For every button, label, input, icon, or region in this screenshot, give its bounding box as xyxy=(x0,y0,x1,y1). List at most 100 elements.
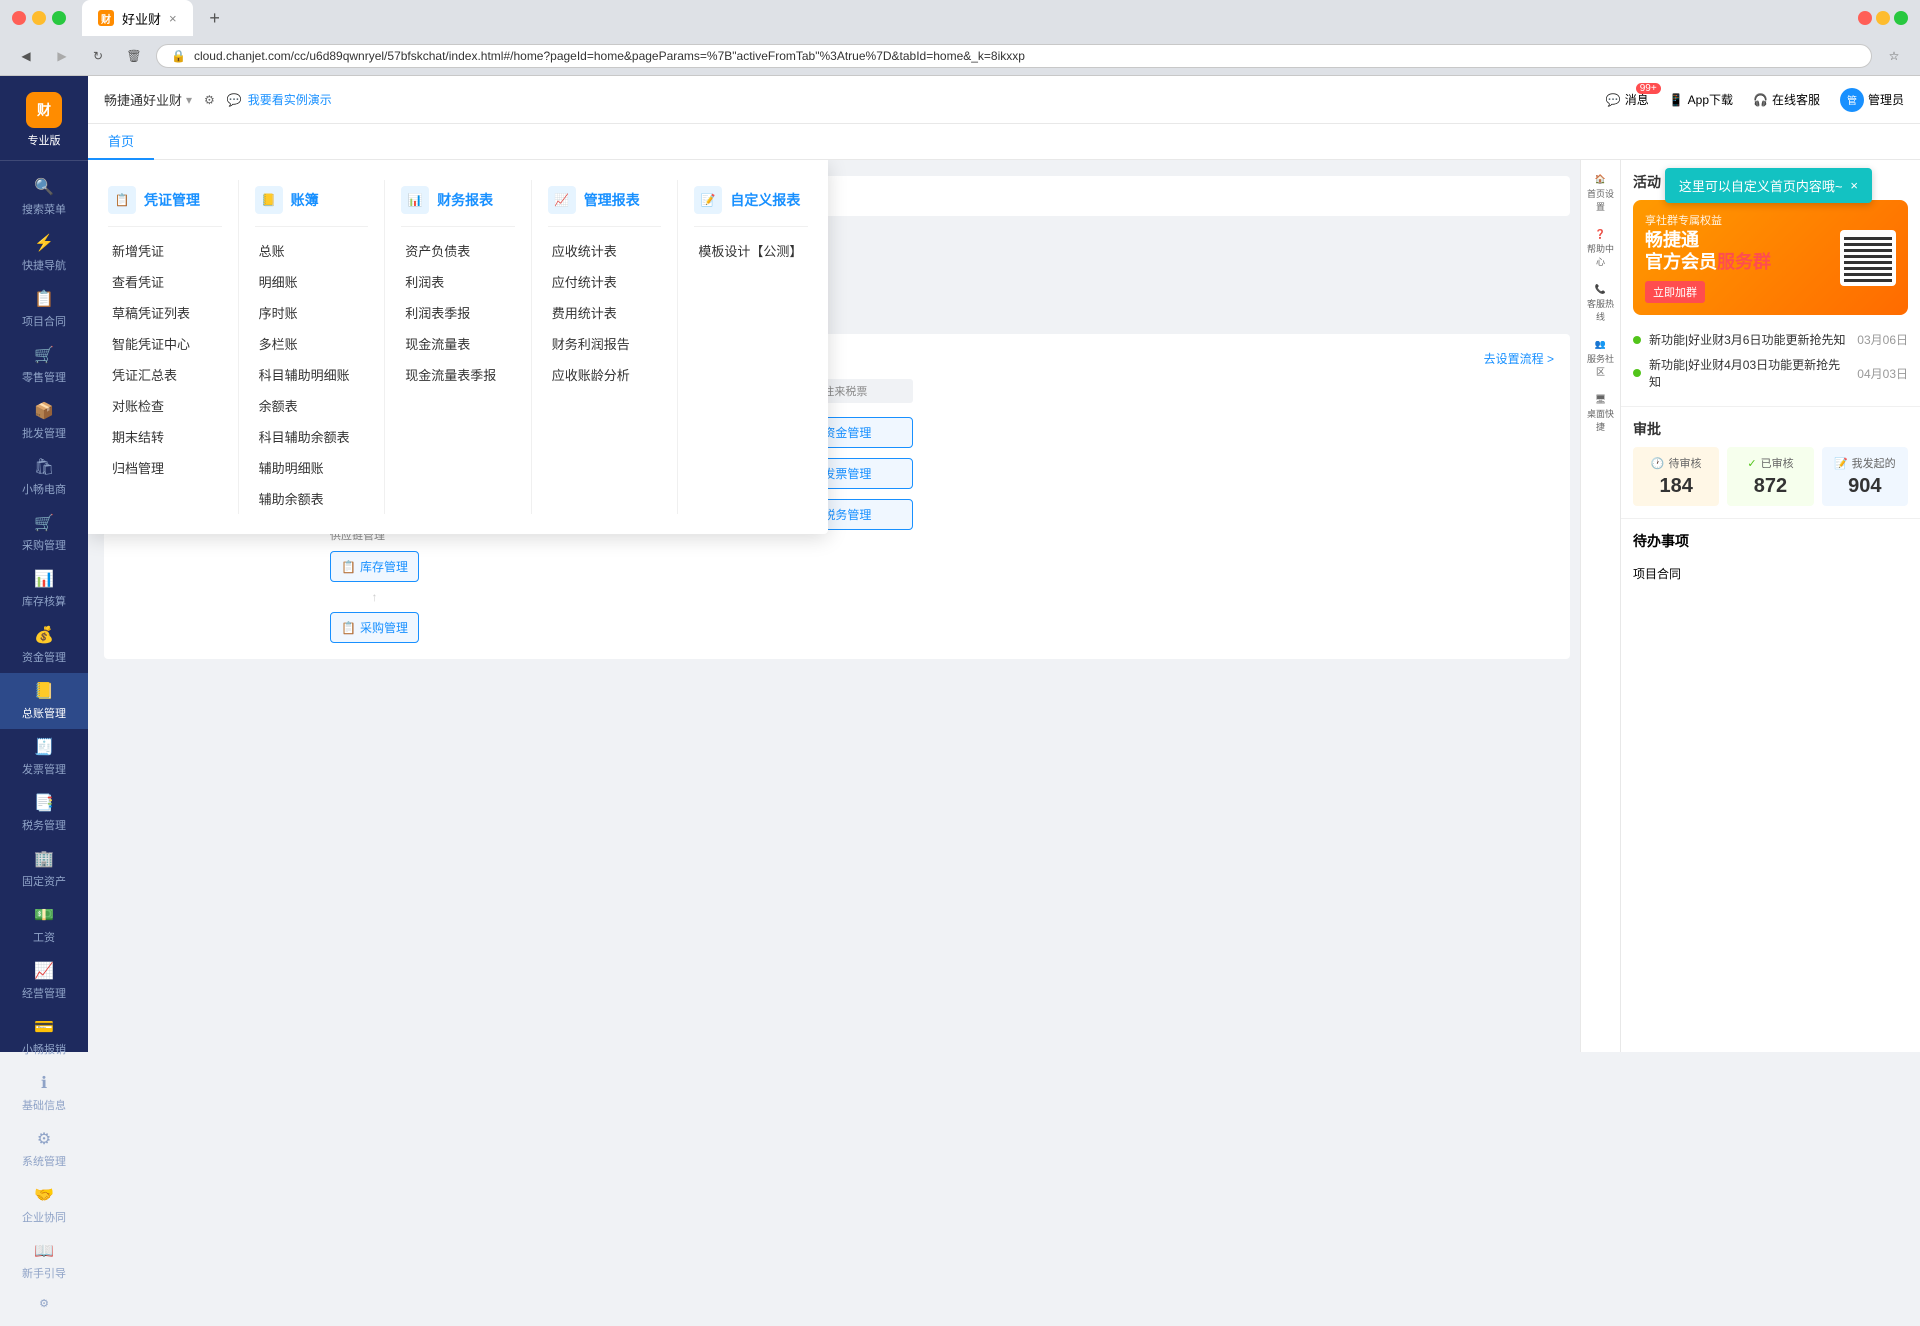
dropdown-item-aux-balance[interactable]: 辅助余额表 xyxy=(255,483,369,514)
settings-icon: ⚙ xyxy=(39,1297,49,1310)
dropdown-item-new-voucher[interactable]: 新增凭证 xyxy=(108,235,222,266)
dropdown-item-payable[interactable]: 应付统计表 xyxy=(548,266,662,297)
tab-home[interactable]: 首页 xyxy=(88,124,154,160)
dropdown-item-balance-sheet[interactable]: 资产负债表 xyxy=(401,235,515,266)
dropdown-item-sequence-ledger[interactable]: 序时账 xyxy=(255,297,369,328)
sidebar-label-search: 搜索菜单 xyxy=(22,201,66,217)
dropdown-item-view-voucher[interactable]: 查看凭证 xyxy=(108,266,222,297)
demo-link[interactable]: 💬 我要看实例演示 xyxy=(227,91,332,108)
sidebar-item-purchase[interactable]: 🛒 采购管理 xyxy=(0,505,88,561)
basic-icon: ℹ xyxy=(41,1073,47,1093)
guide-icon: 📖 xyxy=(34,1241,54,1261)
expense-icon: 💳 xyxy=(34,1017,54,1037)
sidebar-label-expense: 小畅报销 xyxy=(22,1041,66,1057)
settings-btn[interactable]: ⚙ xyxy=(204,93,215,107)
dropdown-item-general-ledger[interactable]: 总账 xyxy=(255,235,369,266)
quick-icon: ⚡ xyxy=(34,233,54,253)
dropdown-item-multi-column[interactable]: 多栏账 xyxy=(255,328,369,359)
ledger-icon: 📒 xyxy=(34,681,54,701)
inventory-icon: 📊 xyxy=(34,569,54,589)
dropdown-item-cashflow-quarterly[interactable]: 现金流量表季报 xyxy=(401,359,515,390)
app-download-btn[interactable]: 📱 App下载 xyxy=(1669,91,1733,108)
user-avatar-btn[interactable]: 管 管理员 xyxy=(1840,88,1904,112)
sidebar-item-wholesale[interactable]: 📦 批发管理 xyxy=(0,393,88,449)
dropdown-item-receivable[interactable]: 应收统计表 xyxy=(548,235,662,266)
service-icon: 🎧 xyxy=(1753,93,1768,107)
sidebar-item-tax[interactable]: 📑 税务管理 xyxy=(0,785,88,841)
salary-icon: 💵 xyxy=(34,905,54,925)
dropdown-item-smart-voucher[interactable]: 智能凭证中心 xyxy=(108,328,222,359)
app-icon: 📱 xyxy=(1669,93,1684,107)
dropdown-col-header-management: 📈 管理报表 xyxy=(548,180,662,227)
customize-banner-close[interactable]: × xyxy=(1850,178,1858,193)
company-name: 畅捷通好业财 xyxy=(104,90,182,109)
dropdown-item-aux-detail[interactable]: 辅助明细账 xyxy=(255,452,369,483)
dropdown-col-header-ledger: 📒 账簿 xyxy=(255,180,369,227)
dropdown-col-financial: 📊 财务报表 资产负债表 利润表 利润表季报 现金流量表 现金流量表季报 xyxy=(385,180,532,514)
sidebar-item-ledger[interactable]: 📒 总账管理 xyxy=(0,673,88,729)
new-tab-button[interactable]: + xyxy=(201,4,229,32)
sidebar-item-collab[interactable]: 🤝 企业协同 xyxy=(0,1177,88,1233)
sidebar-item-ecommerce[interactable]: 🛍 小畅电商 xyxy=(0,449,88,505)
dropdown-item-template[interactable]: 模板设计【公测】 xyxy=(694,235,808,266)
dropdown-item-profit[interactable]: 利润表 xyxy=(401,266,515,297)
search-icon: 🔍 xyxy=(34,177,54,197)
dropdown-item-profit-quarterly[interactable]: 利润表季报 xyxy=(401,297,515,328)
online-service-btn[interactable]: 🎧 在线客服 xyxy=(1753,91,1820,108)
url-bar[interactable]: 🔒 cloud.chanjet.com/cc/u6d89qwnryel/57bf… xyxy=(156,44,1872,68)
sidebar-label-basic: 基础信息 xyxy=(22,1097,66,1113)
sidebar-label-management: 经营管理 xyxy=(22,985,66,1001)
dropdown-item-profit-report[interactable]: 财务利润报告 xyxy=(548,328,662,359)
dropdown-item-archive[interactable]: 归档管理 xyxy=(108,452,222,483)
company-selector[interactable]: 畅捷通好业财 ▾ xyxy=(104,90,192,109)
dropdown-item-voucher-summary[interactable]: 凭证汇总表 xyxy=(108,359,222,390)
demo-text: 我要看实例演示 xyxy=(248,91,332,108)
dropdown-item-subject-aux-detail[interactable]: 科目辅助明细账 xyxy=(255,359,369,390)
win-max-btn[interactable] xyxy=(1894,11,1908,25)
sidebar-item-salary[interactable]: 💵 工资 xyxy=(0,897,88,953)
voucher-header-icon: 📋 xyxy=(108,186,136,214)
browser-max-btn[interactable] xyxy=(52,11,66,25)
sidebar: 财 专业版 🔍 搜索菜单 ⚡ 快捷导航 📋 项目合同 🛒 零售管理 📦 批发管理… xyxy=(0,76,88,1052)
nav-forward-btn[interactable]: ▶ xyxy=(48,42,76,70)
sidebar-label-tax: 税务管理 xyxy=(22,817,66,833)
nav-reload-btn[interactable]: ↻ xyxy=(84,42,112,70)
sidebar-item-retail[interactable]: 🛒 零售管理 xyxy=(0,337,88,393)
app-download-label: App下载 xyxy=(1688,91,1733,108)
browser-close-btn[interactable] xyxy=(12,11,26,25)
dropdown-item-period-close[interactable]: 期末结转 xyxy=(108,421,222,452)
sidebar-item-system[interactable]: ⚙ 系统管理 xyxy=(0,1121,88,1177)
sidebar-item-inventory[interactable]: 📊 库存核算 xyxy=(0,561,88,617)
dropdown-item-reconcile[interactable]: 对账检查 xyxy=(108,390,222,421)
dropdown-item-balance-table[interactable]: 余额表 xyxy=(255,390,369,421)
dropdown-item-draft-voucher[interactable]: 草稿凭证列表 xyxy=(108,297,222,328)
sidebar-item-invoice[interactable]: 🧾 发票管理 xyxy=(0,729,88,785)
win-min-btn[interactable] xyxy=(1876,11,1890,25)
bookmark-btn[interactable]: ☆ xyxy=(1880,42,1908,70)
nav-back-btn[interactable]: ◀ xyxy=(12,42,40,70)
customize-banner[interactable]: 这里可以自定义首页内容哦~ × xyxy=(1665,168,1872,203)
sidebar-item-assets[interactable]: 🏢 固定资产 xyxy=(0,841,88,897)
system-icon: ⚙ xyxy=(37,1129,51,1149)
dropdown-item-subject-aux-balance[interactable]: 科目辅助余额表 xyxy=(255,421,369,452)
nav-delete-btn[interactable]: 🗑 xyxy=(120,42,148,70)
sidebar-item-expense[interactable]: 💳 小畅报销 xyxy=(0,1009,88,1065)
message-icon: 💬 xyxy=(1606,93,1621,107)
dropdown-item-ar-aging[interactable]: 应收账龄分析 xyxy=(548,359,662,390)
management-header-icon: 📈 xyxy=(548,186,576,214)
sidebar-item-basic[interactable]: ℹ 基础信息 xyxy=(0,1065,88,1121)
sidebar-item-quick[interactable]: ⚡ 快捷导航 xyxy=(0,225,88,281)
dropdown-item-cashflow[interactable]: 现金流量表 xyxy=(401,328,515,359)
tab-close-icon[interactable]: × xyxy=(169,11,177,26)
sidebar-settings[interactable]: ⚙ xyxy=(0,1289,88,1326)
sidebar-item-management[interactable]: 📈 经营管理 xyxy=(0,953,88,1009)
sidebar-item-fund[interactable]: 💰 资金管理 xyxy=(0,617,88,673)
dropdown-item-expense-stats[interactable]: 费用统计表 xyxy=(548,297,662,328)
sidebar-item-guide[interactable]: 📖 新手引导 xyxy=(0,1233,88,1289)
dropdown-item-detail-ledger[interactable]: 明细账 xyxy=(255,266,369,297)
win-close-btn[interactable] xyxy=(1858,11,1872,25)
browser-min-btn[interactable] xyxy=(32,11,46,25)
message-btn[interactable]: 💬 消息 99+ xyxy=(1606,91,1649,108)
sidebar-item-project[interactable]: 📋 项目合同 xyxy=(0,281,88,337)
sidebar-item-search[interactable]: 🔍 搜索菜单 xyxy=(0,169,88,225)
